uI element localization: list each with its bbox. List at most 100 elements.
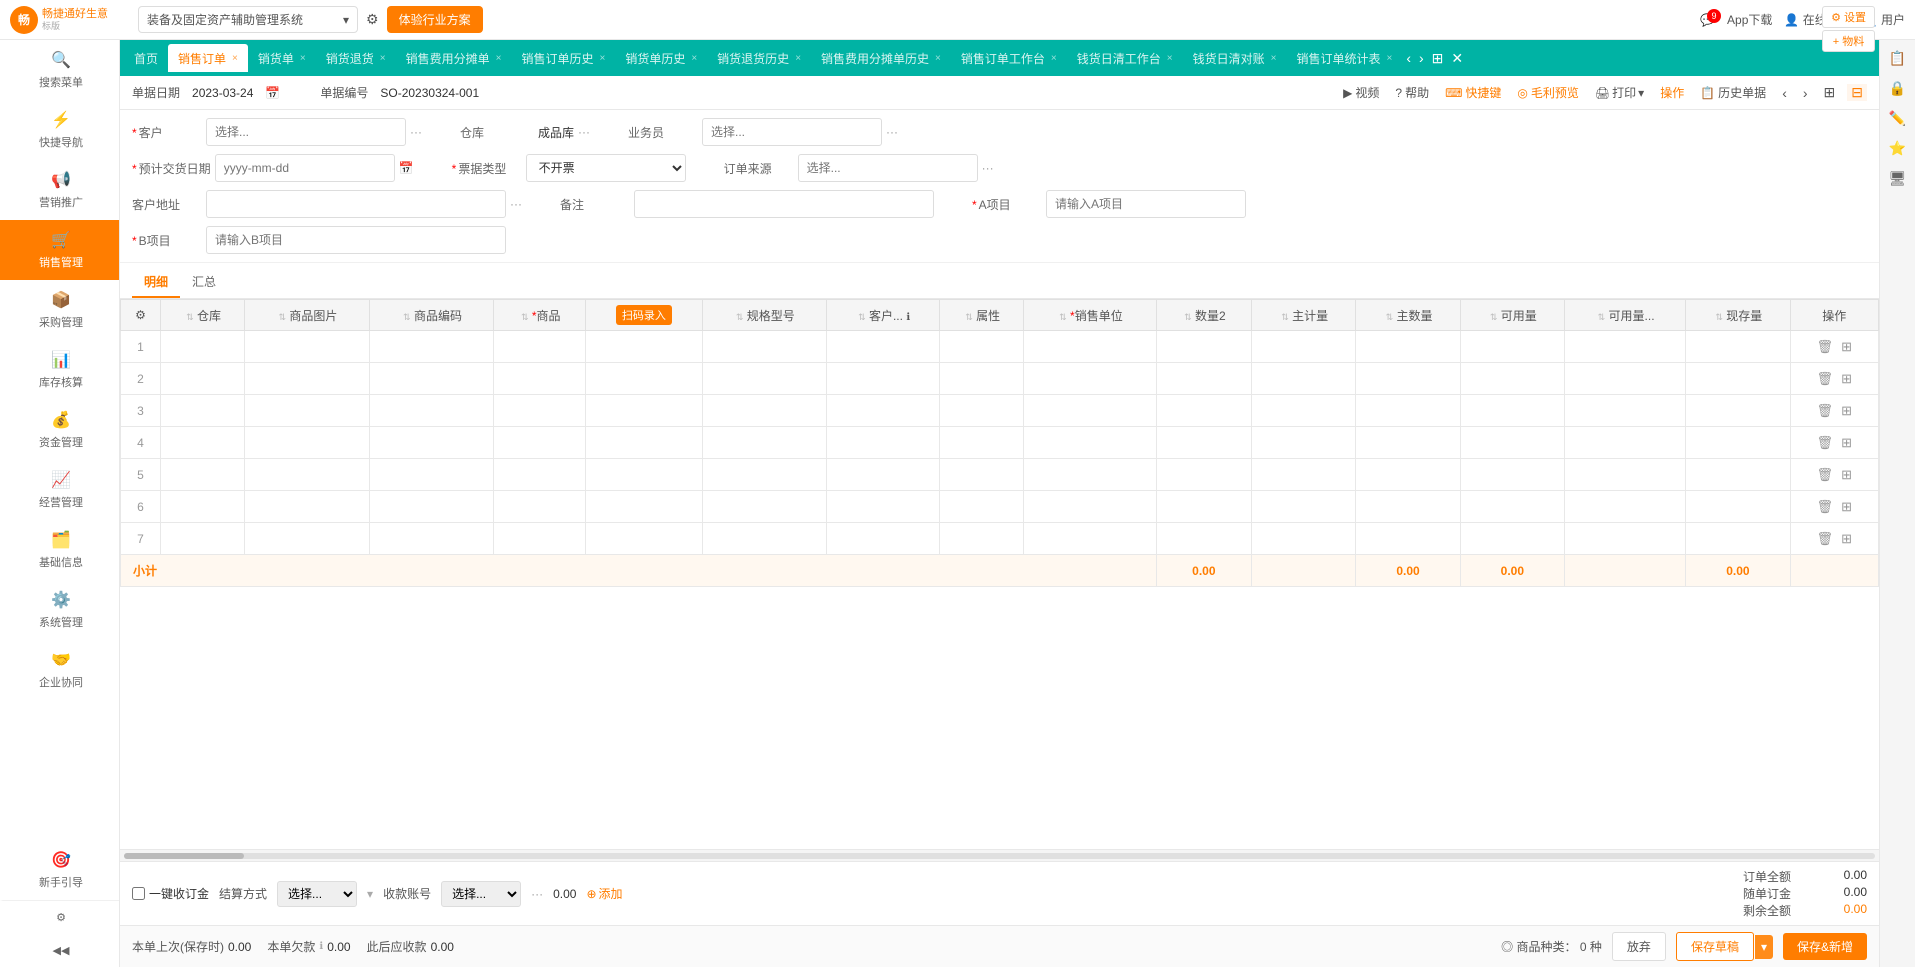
tab-daily-account[interactable]: 钱货日清对账 ×	[1183, 44, 1287, 72]
tab-sales-order[interactable]: 销售订单 ×	[168, 44, 248, 72]
sidebar-item-quicknav[interactable]: ⚡ 快捷导航	[0, 100, 119, 160]
cell-unit[interactable]	[1024, 395, 1156, 427]
cell-main-qty[interactable]	[1356, 363, 1460, 395]
tab-prev-btn[interactable]: ‹	[1402, 50, 1415, 66]
cell-customer-code[interactable]	[827, 331, 940, 363]
tab-sales-order-history[interactable]: 销售订单历史 ×	[511, 44, 615, 72]
cell-unit[interactable]	[1024, 331, 1156, 363]
cell-spec[interactable]	[702, 331, 827, 363]
row-delete-btn[interactable]: 🗑	[1815, 339, 1836, 355]
message-badge[interactable]: 💬 9	[1700, 13, 1715, 27]
tab-close-icon[interactable]: ×	[380, 53, 386, 64]
tab-return-history[interactable]: 销货退货历史 ×	[707, 44, 811, 72]
cell-main-qty[interactable]	[1356, 523, 1460, 555]
cell-spec[interactable]	[702, 427, 827, 459]
cell-warehouse[interactable]	[161, 523, 245, 555]
sidebar-item-purchase[interactable]: 📦 采购管理	[0, 280, 119, 340]
cell-product[interactable]	[494, 363, 586, 395]
one-click-checkbox[interactable]	[132, 887, 145, 900]
cell-main-unit[interactable]	[1252, 491, 1356, 523]
cell-qty2[interactable]	[1156, 491, 1251, 523]
a-project-input[interactable]	[1046, 190, 1246, 218]
tab-stats[interactable]: 销售订单统计表 ×	[1286, 44, 1402, 72]
cell-unit[interactable]	[1024, 427, 1156, 459]
cell-unit[interactable]	[1024, 459, 1156, 491]
tab-expand-btn[interactable]: ⊞	[1428, 50, 1448, 67]
tab-detail[interactable]: 明细	[132, 267, 180, 298]
right-panel-star[interactable]: ⭐	[1884, 134, 1912, 162]
cell-main-unit[interactable]	[1252, 331, 1356, 363]
calendar2-icon[interactable]: 📅	[399, 161, 414, 175]
cell-stock[interactable]	[1686, 331, 1790, 363]
cell-available[interactable]	[1460, 363, 1564, 395]
col-scan[interactable]: 扫码录入	[586, 300, 702, 331]
cell-available[interactable]	[1460, 395, 1564, 427]
right-panel-clipboard[interactable]: 📋	[1884, 44, 1912, 72]
tab-next-btn[interactable]: ›	[1415, 50, 1428, 66]
cell-code[interactable]	[369, 331, 494, 363]
cell-qty2[interactable]	[1156, 523, 1251, 555]
scrollbar[interactable]	[120, 849, 1879, 861]
col-settings[interactable]: ⚙	[121, 300, 161, 331]
tab-sales-return[interactable]: 销货退货 ×	[316, 44, 396, 72]
sidebar-item-sales[interactable]: 🛒 销售管理	[0, 220, 119, 280]
row-copy-btn[interactable]: ⊞	[1839, 467, 1854, 483]
right-panel-screen[interactable]: 🖥	[1884, 164, 1912, 192]
tab-invoice-history[interactable]: 销货单历史 ×	[615, 44, 707, 72]
shortcut-btn[interactable]: ⌨ 快捷键	[1441, 82, 1505, 103]
sidebar-item-collab[interactable]: 🤝 企业协同	[0, 640, 119, 700]
ticket-select[interactable]: 不开票	[526, 154, 686, 182]
tab-close-icon[interactable]: ×	[1167, 53, 1173, 64]
cell-warehouse[interactable]	[161, 395, 245, 427]
cell-image[interactable]	[245, 363, 370, 395]
delivery-input[interactable]	[215, 154, 395, 182]
tab-close-all-btn[interactable]: ✕	[1447, 50, 1467, 67]
sidebar-collapse[interactable]: ◀◀	[0, 934, 119, 967]
save-draft-dropdown-btn[interactable]: ▾	[1754, 935, 1773, 959]
tab-close-icon[interactable]: ×	[232, 53, 238, 64]
row-copy-btn[interactable]: ⊞	[1839, 531, 1854, 547]
cell-available2[interactable]	[1565, 491, 1686, 523]
operate-btn[interactable]: 操作	[1656, 82, 1688, 103]
save-draft-button[interactable]: 保存草稿	[1676, 932, 1754, 961]
tab-close-icon[interactable]: ×	[691, 53, 697, 64]
system-selector[interactable]: 装备及固定资产辅助管理系统 ▾	[138, 6, 358, 33]
tab-fee-history[interactable]: 销售费用分摊单历史 ×	[811, 44, 951, 72]
sidebar-item-marketing[interactable]: 📢 营销推广	[0, 160, 119, 220]
cell-attr[interactable]	[940, 395, 1024, 427]
cell-available2[interactable]	[1565, 395, 1686, 427]
row-copy-btn[interactable]: ⊞	[1839, 371, 1854, 387]
cell-unit[interactable]	[1024, 363, 1156, 395]
cell-warehouse[interactable]	[161, 363, 245, 395]
tab-daily-workbench[interactable]: 钱货日清工作台 ×	[1067, 44, 1183, 72]
scan-button[interactable]: 扫码录入	[616, 305, 672, 325]
cell-spec[interactable]	[702, 523, 827, 555]
cell-available2[interactable]	[1565, 427, 1686, 459]
staff-input[interactable]	[702, 118, 882, 146]
cell-customer-code[interactable]	[827, 459, 940, 491]
save-new-button[interactable]: 保存&新增	[1783, 933, 1867, 960]
bank-dots[interactable]: ···	[531, 887, 543, 901]
cell-code[interactable]	[369, 363, 494, 395]
sidebar-item-finance[interactable]: 💰 资金管理	[0, 400, 119, 460]
cell-qty2[interactable]	[1156, 459, 1251, 491]
tab-close-icon[interactable]: ×	[1271, 53, 1277, 64]
sidebar-settings[interactable]: ⚙	[0, 900, 119, 934]
row-copy-btn[interactable]: ⊞	[1839, 499, 1854, 515]
cell-product[interactable]	[494, 395, 586, 427]
row-delete-btn[interactable]: 🗑	[1815, 499, 1836, 515]
sidebar-item-search[interactable]: 🔍 搜索菜单	[0, 40, 119, 100]
cell-qty2[interactable]	[1156, 331, 1251, 363]
tab-close-icon[interactable]: ×	[795, 53, 801, 64]
add-btn[interactable]: ⊕ 添加	[586, 885, 622, 902]
warehouse-dots[interactable]: ···	[578, 125, 590, 139]
cell-warehouse[interactable]	[161, 459, 245, 491]
cell-spec[interactable]	[702, 363, 827, 395]
cell-code[interactable]	[369, 523, 494, 555]
one-click-label[interactable]: 一键收订金	[132, 885, 209, 902]
cell-code[interactable]	[369, 427, 494, 459]
cell-main-unit[interactable]	[1252, 427, 1356, 459]
cell-attr[interactable]	[940, 491, 1024, 523]
tab-summary[interactable]: 汇总	[180, 267, 228, 298]
tab-close-icon[interactable]: ×	[1386, 53, 1392, 64]
